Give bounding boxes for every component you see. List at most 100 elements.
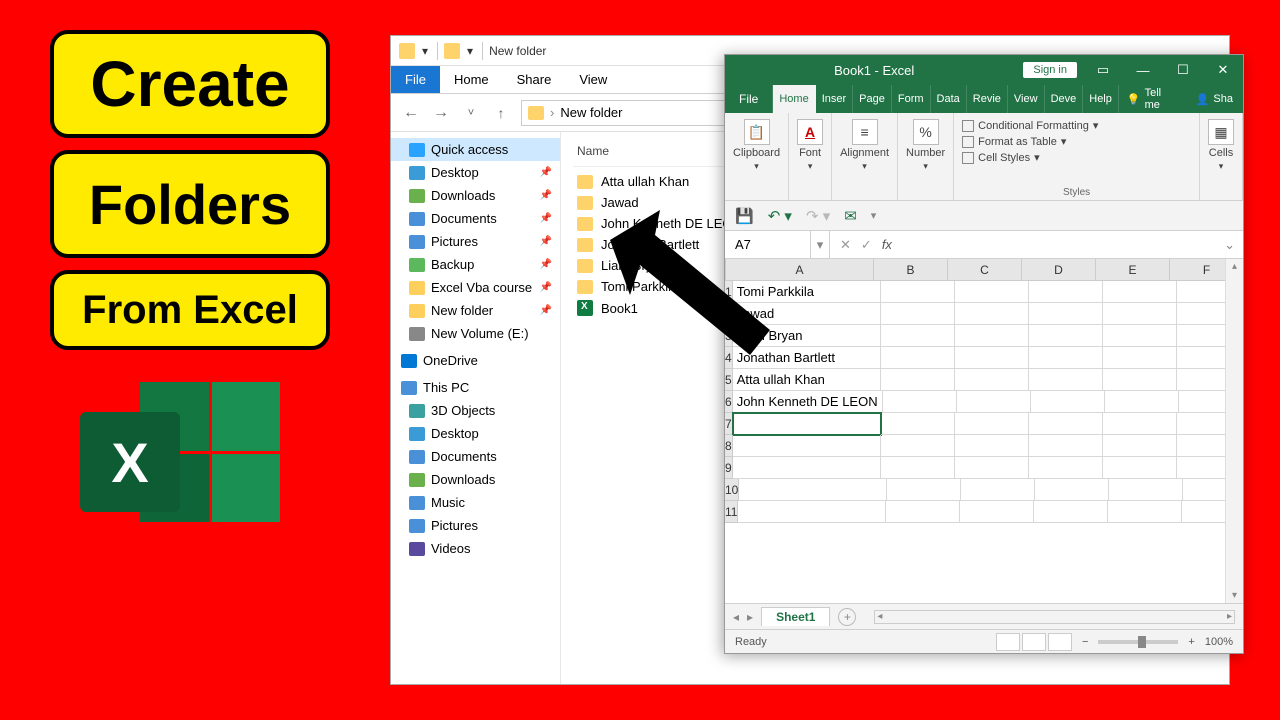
cell[interactable] <box>955 325 1029 347</box>
tellme-search[interactable]: 💡Tell me <box>1119 85 1186 113</box>
page-layout-view-icon[interactable] <box>1022 633 1046 651</box>
ribbon-tab-home[interactable]: Home <box>440 66 503 93</box>
column-header[interactable]: E <box>1096 259 1170 280</box>
sidebar-item-downloads[interactable]: Downloads📌 <box>391 184 560 207</box>
font-button[interactable]: AFont▾ <box>797 119 823 172</box>
sidebar-item-volume[interactable]: New Volume (E:) <box>391 322 560 345</box>
format-as-table-button[interactable]: Format as Table ▾ <box>962 135 1098 148</box>
sidebar-item-pictures-pc[interactable]: Pictures <box>391 514 560 537</box>
zoom-out-icon[interactable]: − <box>1082 636 1088 648</box>
cell[interactable]: Jonathan Bartlett <box>733 347 881 369</box>
cell[interactable] <box>733 435 881 457</box>
zoom-in-icon[interactable]: + <box>1188 636 1194 648</box>
cell[interactable] <box>955 303 1029 325</box>
cell[interactable] <box>955 435 1029 457</box>
column-header[interactable]: C <box>948 259 1022 280</box>
sidebar-item-onedrive[interactable]: OneDrive <box>391 349 560 372</box>
tab-view[interactable]: View <box>1008 85 1045 113</box>
cell[interactable] <box>1103 281 1177 303</box>
grid-row[interactable]: 7 <box>725 413 1243 435</box>
ribbon-tab-file[interactable]: File <box>391 66 440 93</box>
cell[interactable] <box>1029 303 1103 325</box>
sidebar-item-quick-access[interactable]: Quick access <box>391 138 560 161</box>
cell[interactable]: Atta ullah Khan <box>733 369 881 391</box>
row-header[interactable]: 8 <box>725 435 733 457</box>
cell[interactable] <box>957 391 1031 413</box>
cell[interactable] <box>881 369 955 391</box>
cell[interactable] <box>881 347 955 369</box>
tab-review[interactable]: Revie <box>967 85 1008 113</box>
cell[interactable] <box>1103 325 1177 347</box>
tab-page[interactable]: Page <box>853 85 892 113</box>
sheet-nav-prev-icon[interactable]: ◂ <box>733 610 739 624</box>
tab-insert[interactable]: Inser <box>816 85 853 113</box>
maximize-icon[interactable]: ☐ <box>1163 55 1203 85</box>
cell[interactable] <box>1031 391 1105 413</box>
sidebar-item-thispc[interactable]: This PC <box>391 376 560 399</box>
cell[interactable] <box>733 457 881 479</box>
cell[interactable] <box>881 413 955 435</box>
nav-forward-icon[interactable]: → <box>431 104 451 122</box>
cell[interactable] <box>1029 325 1103 347</box>
cell[interactable] <box>883 391 957 413</box>
share-button[interactable]: 👤Sha <box>1186 85 1243 113</box>
grid-row[interactable]: 5Atta ullah Khan <box>725 369 1243 391</box>
signin-button[interactable]: Sign in <box>1023 62 1077 78</box>
expand-formula-bar-icon[interactable]: ⌄ <box>1216 237 1243 253</box>
vertical-scrollbar[interactable]: ▴▾ <box>1225 259 1243 603</box>
sidebar-item-videos[interactable]: Videos <box>391 537 560 560</box>
cell[interactable]: Liam Bryan <box>733 325 881 347</box>
mail-icon[interactable]: ✉ <box>844 207 857 225</box>
undo-icon[interactable]: ↶ ▾ <box>768 207 792 225</box>
cell[interactable] <box>739 479 887 501</box>
grid-row[interactable]: 6John Kenneth DE LEON <box>725 391 1243 413</box>
spreadsheet-grid[interactable]: A B C D E F 1Tomi Parkkila2Jawad3Liam Br… <box>725 259 1243 603</box>
cells-button[interactable]: ▦Cells▾ <box>1208 119 1234 172</box>
grid-row[interactable]: 4Jonathan Bartlett <box>725 347 1243 369</box>
tab-help[interactable]: Help <box>1083 85 1119 113</box>
cell[interactable] <box>955 457 1029 479</box>
cell[interactable] <box>1029 413 1103 435</box>
row-header[interactable]: 7 <box>725 413 733 435</box>
grid-row[interactable]: 9 <box>725 457 1243 479</box>
grid-row[interactable]: 10 <box>725 479 1243 501</box>
cell[interactable] <box>960 501 1034 523</box>
grid-row[interactable]: 1Tomi Parkkila <box>725 281 1243 303</box>
cell[interactable] <box>1108 501 1182 523</box>
cell[interactable] <box>1029 369 1103 391</box>
row-header[interactable]: 6 <box>725 391 733 413</box>
cell[interactable] <box>1103 457 1177 479</box>
cell[interactable] <box>1029 435 1103 457</box>
cell[interactable]: Jawad <box>733 303 881 325</box>
add-sheet-button[interactable]: + <box>838 608 856 626</box>
sidebar-item-documents[interactable]: Documents📌 <box>391 207 560 230</box>
row-header[interactable]: 4 <box>725 347 733 369</box>
conditional-formatting-button[interactable]: Conditional Formatting ▾ <box>962 119 1098 132</box>
cell[interactable] <box>1034 501 1108 523</box>
cell[interactable] <box>881 281 955 303</box>
cell-styles-button[interactable]: Cell Styles ▾ <box>962 151 1098 164</box>
minimize-icon[interactable]: — <box>1123 55 1163 85</box>
cell[interactable] <box>1103 303 1177 325</box>
page-break-view-icon[interactable] <box>1048 633 1072 651</box>
sidebar-item-desktop-pc[interactable]: Desktop <box>391 422 560 445</box>
ribbon-tab-view[interactable]: View <box>565 66 621 93</box>
horizontal-scrollbar[interactable]: ◂▸ <box>874 610 1235 624</box>
sidebar-item-excelvba[interactable]: Excel Vba course📌 <box>391 276 560 299</box>
sidebar-item-desktop[interactable]: Desktop📌 <box>391 161 560 184</box>
sidebar-item-downloads-pc[interactable]: Downloads <box>391 468 560 491</box>
column-header[interactable]: A <box>726 259 874 280</box>
row-header[interactable]: 2 <box>725 303 733 325</box>
ribbon-tab-share[interactable]: Share <box>503 66 566 93</box>
cell[interactable] <box>881 435 955 457</box>
cell[interactable] <box>733 413 881 435</box>
close-icon[interactable]: ✕ <box>1203 55 1243 85</box>
grid-row[interactable]: 8 <box>725 435 1243 457</box>
sidebar-item-3dobjects[interactable]: 3D Objects <box>391 399 560 422</box>
zoom-level[interactable]: 100% <box>1205 636 1233 648</box>
tab-data[interactable]: Data <box>931 85 967 113</box>
fx-icon[interactable]: fx <box>882 237 892 252</box>
save-icon[interactable]: 💾 <box>735 207 754 225</box>
nav-up-icon[interactable]: ↑ <box>491 105 511 121</box>
cell[interactable] <box>955 413 1029 435</box>
